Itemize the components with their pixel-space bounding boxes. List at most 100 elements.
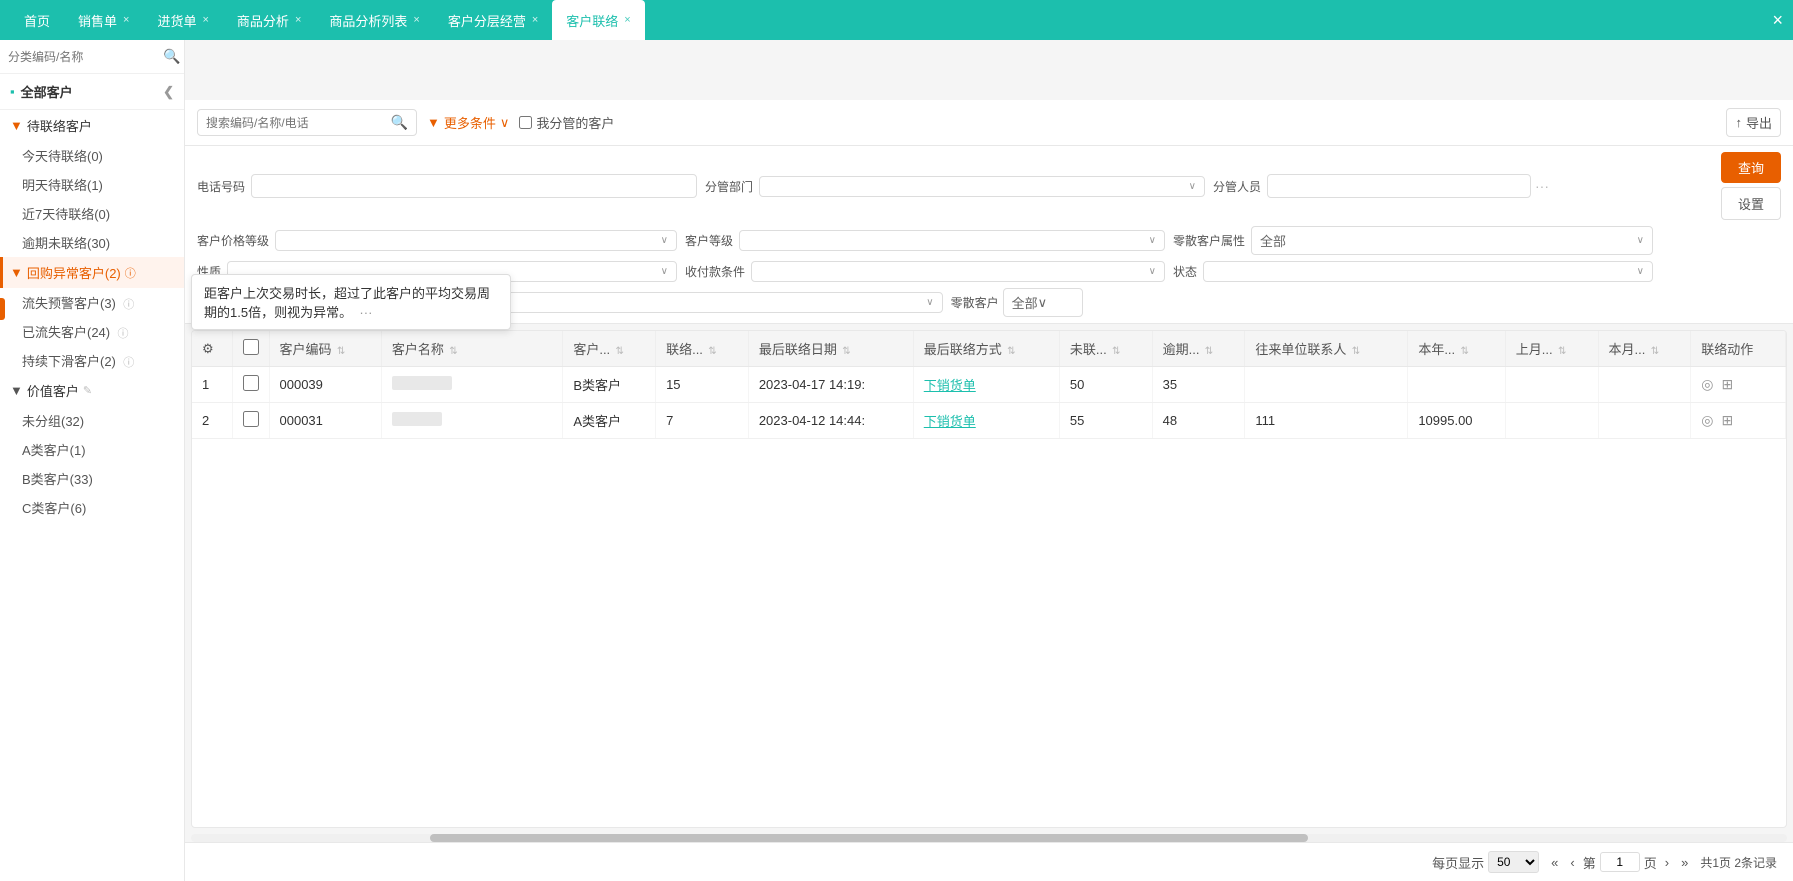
sidebar-section-abnormal[interactable]: ▼ 回购异常客户(2) ⓘ bbox=[0, 257, 184, 288]
more-action-icon-2[interactable]: ⊞ bbox=[1722, 412, 1734, 429]
payment-select[interactable]: ∨ bbox=[751, 261, 1165, 282]
filter-row-2: 客户价格等级 ∨ 客户等级 ∨ 零散客户属性 全部 bbox=[197, 226, 1781, 255]
sidebar-item-7days[interactable]: 近7天待联络(0) bbox=[0, 199, 184, 228]
sidebar-collapse-icon[interactable]: ❮ bbox=[163, 84, 174, 100]
search-input[interactable] bbox=[206, 116, 391, 130]
sidebar-item-a-class[interactable]: A类客户(1) bbox=[0, 435, 184, 464]
price-level-select[interactable]: ∨ bbox=[275, 230, 677, 251]
row-1-checkbox[interactable] bbox=[243, 375, 259, 391]
first-page-button[interactable]: « bbox=[1547, 853, 1562, 872]
sort-level-icon: ⇅ bbox=[616, 346, 624, 357]
col-overdue[interactable]: 逾期... ⇅ bbox=[1152, 331, 1245, 367]
close-all-tabs-button[interactable]: × bbox=[1772, 10, 1783, 31]
col-last-month[interactable]: 上月... ⇅ bbox=[1505, 331, 1598, 367]
last-page-button[interactable]: » bbox=[1677, 853, 1692, 872]
sidebar-item-churned[interactable]: 已流失客户(24) ⓘ bbox=[0, 317, 184, 346]
query-button[interactable]: 查询 bbox=[1721, 152, 1781, 183]
customer-level-select[interactable]: ∨ bbox=[739, 230, 1165, 251]
last-method-link-2[interactable]: 下销货单 bbox=[924, 414, 976, 429]
search-icon[interactable]: 🔍 bbox=[391, 114, 408, 131]
churn-warning-icon[interactable]: ⓘ bbox=[123, 299, 134, 311]
my-customers-checkbox[interactable] bbox=[519, 116, 532, 129]
per-page-select[interactable]: 50 20 100 bbox=[1488, 851, 1539, 873]
last-method-link-1[interactable]: 下销货单 bbox=[924, 378, 976, 393]
nav-sales[interactable]: 销售单 × bbox=[64, 0, 143, 40]
close-product-analysis-list-icon[interactable]: × bbox=[413, 14, 419, 26]
col-last-date[interactable]: 最后联络日期 ⇅ bbox=[748, 331, 913, 367]
sidebar-item-today[interactable]: 今天待联络(0) bbox=[0, 141, 184, 170]
col-name[interactable]: 客户名称 ⇅ bbox=[381, 331, 562, 367]
sidebar: 🔍 ▪ 全部客户 ❮ ▼ 待联络客户 今天待联络(0) 明天待联络(1) 近7天… bbox=[0, 40, 185, 881]
export-button[interactable]: ↑ 导出 bbox=[1726, 108, 1781, 137]
payment-arrow-icon: ∨ bbox=[1149, 266, 1156, 277]
sidebar-item-ungrouped[interactable]: 未分组(32) bbox=[0, 406, 184, 435]
edit-value-icon[interactable]: ✎ bbox=[83, 384, 92, 397]
tooltip-box: 距客户上次交易时长，超过了此客户的平均交易周期的1.5倍，则视为异常。 ··· bbox=[191, 274, 511, 330]
col-uncontact[interactable]: 未联... ⇅ bbox=[1059, 331, 1152, 367]
close-customer-segment-icon[interactable]: × bbox=[532, 14, 538, 26]
sidebar-item-c-class[interactable]: C类客户(6) bbox=[0, 493, 184, 522]
sidebar-search-icon[interactable]: 🔍 bbox=[163, 48, 180, 65]
settings-button[interactable]: 设置 bbox=[1721, 187, 1781, 220]
sidebar-search-input[interactable] bbox=[8, 50, 163, 64]
status-select[interactable]: ∨ bbox=[1203, 261, 1653, 282]
my-customers-checkbox-area[interactable]: 我分管的客户 bbox=[519, 113, 614, 132]
manager-input[interactable] bbox=[1267, 174, 1531, 198]
scroll-thumb[interactable] bbox=[430, 834, 1308, 842]
close-sales-icon[interactable]: × bbox=[123, 14, 129, 26]
sidebar-item-b-class[interactable]: B类客户(33) bbox=[0, 464, 184, 493]
more-action-icon-1[interactable]: ⊞ bbox=[1722, 376, 1734, 393]
sidebar-item-declining[interactable]: 持续下滑客户(2) ⓘ bbox=[0, 346, 184, 375]
col-last-method[interactable]: 最后联络方式 ⇅ bbox=[913, 331, 1059, 367]
col-this-month[interactable]: 本月... ⇅ bbox=[1598, 331, 1691, 367]
cell-no-2: 2 bbox=[192, 403, 232, 439]
sidebar-item-churn-warning[interactable]: 流失预警客户(3) ⓘ bbox=[0, 288, 184, 317]
cell-last-method-1: 下销货单 bbox=[913, 367, 1059, 403]
nav-customer-contact[interactable]: 客户联络 × bbox=[552, 0, 644, 40]
cell-level-2: A类客户 bbox=[563, 403, 656, 439]
col-level[interactable]: 客户... ⇅ bbox=[563, 331, 656, 367]
close-purchase-icon[interactable]: × bbox=[202, 14, 208, 26]
phone-input[interactable] bbox=[251, 174, 697, 198]
sidebar-section-value[interactable]: ▼ 价值客户 ✎ bbox=[0, 375, 184, 406]
table-settings-icon[interactable]: ⚙ bbox=[202, 341, 214, 356]
sidebar-item-tomorrow[interactable]: 明天待联络(1) bbox=[0, 170, 184, 199]
select-all-checkbox[interactable] bbox=[243, 339, 259, 355]
zero-retail-attr-select[interactable]: 全部 ∨ bbox=[1251, 226, 1653, 255]
churned-icon[interactable]: ⓘ bbox=[117, 328, 128, 340]
sidebar-section-pending[interactable]: ▼ 待联络客户 bbox=[0, 110, 184, 141]
next-page-button[interactable]: › bbox=[1661, 853, 1673, 872]
sort-overdue-icon: ⇅ bbox=[1205, 346, 1213, 357]
sort-last-method-icon: ⇅ bbox=[1007, 346, 1015, 357]
question-icon[interactable]: ⓘ bbox=[125, 265, 136, 281]
department-select[interactable]: ∨ bbox=[759, 176, 1205, 197]
col-action: 联络动作 bbox=[1691, 331, 1786, 367]
nav-home[interactable]: 首页 bbox=[10, 0, 64, 40]
nav-purchase[interactable]: 进货单 × bbox=[143, 0, 222, 40]
horizontal-scrollbar[interactable] bbox=[191, 834, 1787, 842]
col-partner[interactable]: 往来单位联系人 ⇅ bbox=[1245, 331, 1408, 367]
sidebar-active-indicator bbox=[0, 298, 5, 320]
nav-product-analysis-list[interactable]: 商品分析列表 × bbox=[315, 0, 433, 40]
cell-last-month-2 bbox=[1505, 403, 1598, 439]
zero-retail-select[interactable]: 全部 ∨ bbox=[1003, 288, 1083, 317]
sidebar-item-overdue[interactable]: 逾期未联络(30) bbox=[0, 228, 184, 257]
col-this-year[interactable]: 本年... ⇅ bbox=[1408, 331, 1505, 367]
nav-customer-segment[interactable]: 客户分层经营 × bbox=[434, 0, 552, 40]
col-code[interactable]: 客户编码 ⇅ bbox=[269, 331, 381, 367]
declining-icon[interactable]: ⓘ bbox=[123, 357, 134, 369]
col-contact[interactable]: 联络... ⇅ bbox=[656, 331, 749, 367]
contact-icon-1[interactable]: ◎ bbox=[1701, 376, 1713, 393]
manager-more-icon[interactable]: ··· bbox=[1535, 178, 1549, 194]
customer-type-arrow-icon: ∨ bbox=[926, 297, 933, 308]
nav-product-analysis[interactable]: 商品分析 × bbox=[223, 0, 315, 40]
prev-page-button[interactable]: ‹ bbox=[1566, 853, 1578, 872]
page-input[interactable] bbox=[1600, 852, 1640, 872]
more-conditions-button[interactable]: ▼ 更多条件 ∨ bbox=[427, 113, 509, 132]
close-product-analysis-icon[interactable]: × bbox=[295, 14, 301, 26]
close-customer-contact-icon[interactable]: × bbox=[624, 14, 630, 26]
search-box: 🔍 bbox=[197, 109, 417, 136]
contact-icon-2[interactable]: ◎ bbox=[1701, 412, 1713, 429]
filter-payment: 收付款条件 ∨ bbox=[685, 261, 1165, 282]
row-2-checkbox[interactable] bbox=[243, 411, 259, 427]
